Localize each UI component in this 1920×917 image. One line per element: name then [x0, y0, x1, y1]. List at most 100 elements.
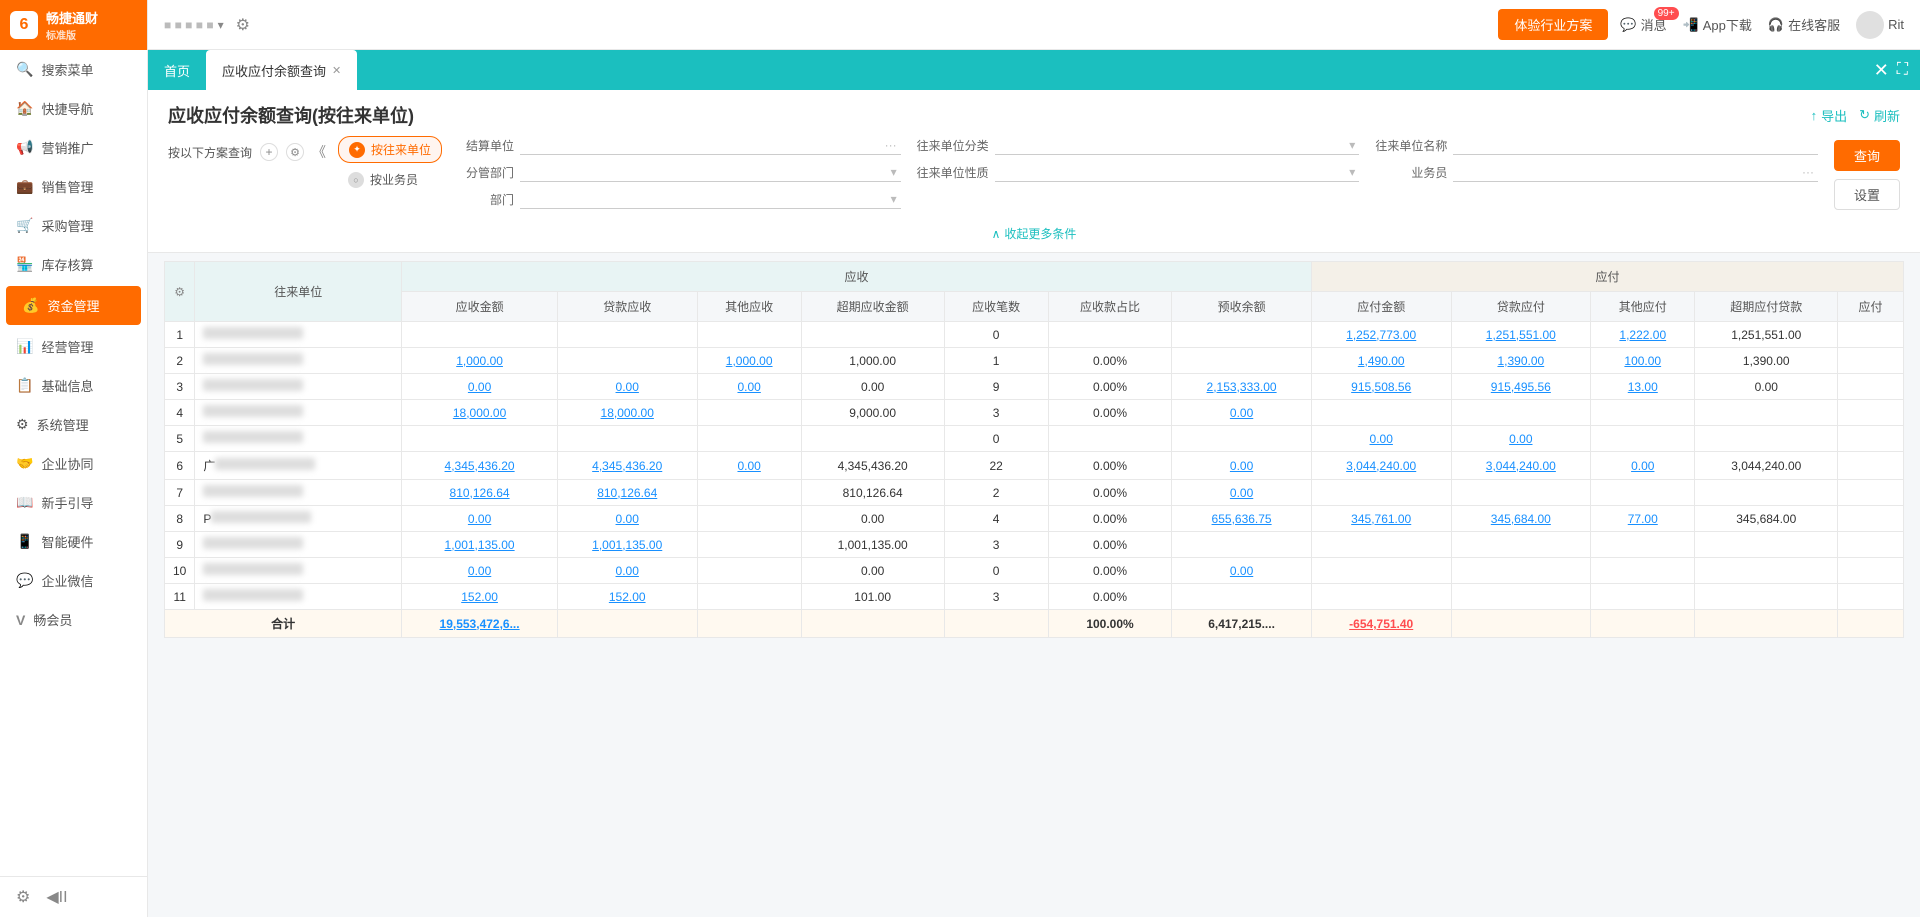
table-cell[interactable] — [697, 322, 801, 348]
table-cell[interactable]: 0.00 — [1172, 452, 1312, 480]
table-cell[interactable] — [697, 426, 801, 452]
table-cell[interactable] — [1172, 348, 1312, 374]
table-cell[interactable]: 3,044,240.00 — [1451, 452, 1591, 480]
table-cell[interactable] — [1172, 532, 1312, 558]
sidebar-item-marketing[interactable]: 📢 营销推广 — [0, 128, 147, 167]
table-cell[interactable] — [1172, 322, 1312, 348]
solution-button[interactable]: 体验行业方案 — [1498, 9, 1608, 40]
table-cell[interactable]: 1,490.00 — [1311, 348, 1451, 374]
table-cell[interactable]: 810,126.64 — [557, 480, 697, 506]
table-cell[interactable] — [1591, 558, 1695, 584]
table-cell[interactable]: 152.00 — [557, 584, 697, 610]
summary-ar-amount[interactable]: 19,553,472,6... — [402, 610, 558, 638]
table-cell[interactable]: 345,684.00 — [1451, 506, 1591, 532]
table-cell[interactable] — [1311, 584, 1451, 610]
table-cell[interactable]: 1,251,551.00 — [1451, 322, 1591, 348]
table-cell[interactable]: 2,153,333.00 — [1172, 374, 1312, 400]
sidebar-collapse-icon[interactable]: ◀II — [46, 887, 67, 907]
table-cell[interactable]: 1,222.00 — [1591, 322, 1695, 348]
sidebar-item-sales[interactable]: 💼 销售管理 — [0, 167, 147, 206]
table-cell[interactable]: 0.00 — [557, 374, 697, 400]
table-cell[interactable] — [1311, 480, 1451, 506]
sidebar-item-vip[interactable]: V 畅会员 — [0, 600, 147, 639]
table-cell[interactable] — [1172, 584, 1312, 610]
table-cell[interactable]: 77.00 — [1591, 506, 1695, 532]
table-cell[interactable]: 13.00 — [1591, 374, 1695, 400]
sidebar-item-purchase[interactable]: 🛒 采购管理 — [0, 206, 147, 245]
table-cell[interactable]: 4,345,436.20 — [402, 452, 558, 480]
table-cell[interactable]: 655,636.75 — [1172, 506, 1312, 532]
table-cell[interactable]: 1,000.00 — [697, 348, 801, 374]
table-cell[interactable] — [1591, 480, 1695, 506]
table-cell[interactable]: 0.00 — [697, 374, 801, 400]
table-cell[interactable]: 1,000.00 — [402, 348, 558, 374]
export-button[interactable]: ↑ 导出 — [1811, 106, 1848, 125]
table-cell[interactable] — [697, 506, 801, 532]
sidebar-item-finance[interactable]: 💰 资金管理 — [6, 286, 141, 325]
query-button[interactable]: 查询 — [1834, 140, 1900, 171]
collapse-button[interactable]: ∧ 收起更多条件 — [992, 225, 1077, 242]
scheme-collapse-icon[interactable]: 《 — [312, 142, 326, 162]
partner-name-input[interactable] — [1457, 138, 1814, 152]
table-cell[interactable] — [1172, 426, 1312, 452]
sidebar-item-wechat[interactable]: 💬 企业微信 — [0, 561, 147, 600]
sidebar-item-smart-hw[interactable]: 📱 智能硬件 — [0, 522, 147, 561]
table-cell[interactable] — [1591, 584, 1695, 610]
add-scheme-icon[interactable]: + — [260, 143, 278, 161]
table-cell[interactable]: 100.00 — [1591, 348, 1695, 374]
table-cell[interactable]: 0.00 — [1451, 426, 1591, 452]
sidebar-item-collab[interactable]: 🤝 企业协同 — [0, 444, 147, 483]
table-cell[interactable]: 1,252,773.00 — [1311, 322, 1451, 348]
table-cell[interactable]: 0.00 — [402, 374, 558, 400]
sidebar-item-warehouse[interactable]: 🏪 库存核算 — [0, 245, 147, 284]
online-service-button[interactable]: 🎧 在线客服 — [1768, 15, 1840, 34]
table-cell[interactable]: 0.00 — [557, 558, 697, 584]
table-cell[interactable]: 915,508.56 — [1311, 374, 1451, 400]
table-cell[interactable] — [1591, 532, 1695, 558]
tab-fullscreen-icon[interactable]: ⛶ — [1897, 61, 1908, 79]
table-cell[interactable] — [1311, 400, 1451, 426]
table-cell[interactable] — [402, 426, 558, 452]
scheme-option-salesperson[interactable]: ○ 按业务员 — [338, 167, 442, 192]
table-cell[interactable] — [1591, 400, 1695, 426]
table-cell[interactable] — [1591, 426, 1695, 452]
table-cell[interactable]: 0.00 — [1591, 452, 1695, 480]
table-cell[interactable]: 0.00 — [1172, 480, 1312, 506]
partner-category-input[interactable] — [999, 138, 1350, 152]
sidebar-item-basic-info[interactable]: 📋 基础信息 — [0, 366, 147, 405]
tab-close-icon[interactable]: ✕ — [332, 64, 341, 77]
table-cell[interactable] — [1311, 558, 1451, 584]
sidebar-item-system[interactable]: ⚙ 系统管理 — [0, 405, 147, 444]
tab-close-window-icon[interactable]: ✕ — [1874, 60, 1889, 81]
tab-ar-ap[interactable]: 应收应付余额查询 ✕ — [206, 50, 357, 90]
table-cell[interactable] — [1451, 400, 1591, 426]
table-cell[interactable]: 0.00 — [1311, 426, 1451, 452]
settlement-unit-input[interactable] — [524, 138, 885, 152]
department-input[interactable] — [524, 192, 891, 206]
sidebar-item-operations[interactable]: 📊 经营管理 — [0, 327, 147, 366]
table-cell[interactable] — [1311, 532, 1451, 558]
table-cell[interactable]: 152.00 — [402, 584, 558, 610]
tab-home[interactable]: 首页 — [148, 50, 206, 90]
table-cell[interactable]: 0.00 — [1172, 558, 1312, 584]
refresh-button[interactable]: ↻ 刷新 — [1859, 106, 1900, 125]
scheme-settings-icon[interactable]: ⚙ — [286, 143, 304, 161]
table-cell[interactable]: 0.00 — [402, 506, 558, 532]
table-cell[interactable] — [402, 322, 558, 348]
sidebar-settings-icon[interactable]: ⚙ — [16, 887, 30, 907]
table-cell[interactable]: 915,495.56 — [1451, 374, 1591, 400]
user-avatar[interactable]: Rit — [1856, 11, 1904, 39]
table-cell[interactable] — [1451, 558, 1591, 584]
table-cell[interactable] — [557, 348, 697, 374]
table-cell[interactable]: 4,345,436.20 — [557, 452, 697, 480]
table-cell[interactable] — [557, 426, 697, 452]
table-cell[interactable]: 0.00 — [402, 558, 558, 584]
scheme-option-partner[interactable]: ✦ 按往来单位 — [338, 136, 442, 163]
table-cell[interactable] — [697, 532, 801, 558]
table-cell[interactable] — [697, 400, 801, 426]
table-cell[interactable]: 0.00 — [557, 506, 697, 532]
table-cell[interactable] — [1451, 584, 1591, 610]
sidebar-item-quicknav[interactable]: 🏠 快捷导航 — [0, 89, 147, 128]
table-cell[interactable]: 1,390.00 — [1451, 348, 1591, 374]
table-cell[interactable]: 345,761.00 — [1311, 506, 1451, 532]
